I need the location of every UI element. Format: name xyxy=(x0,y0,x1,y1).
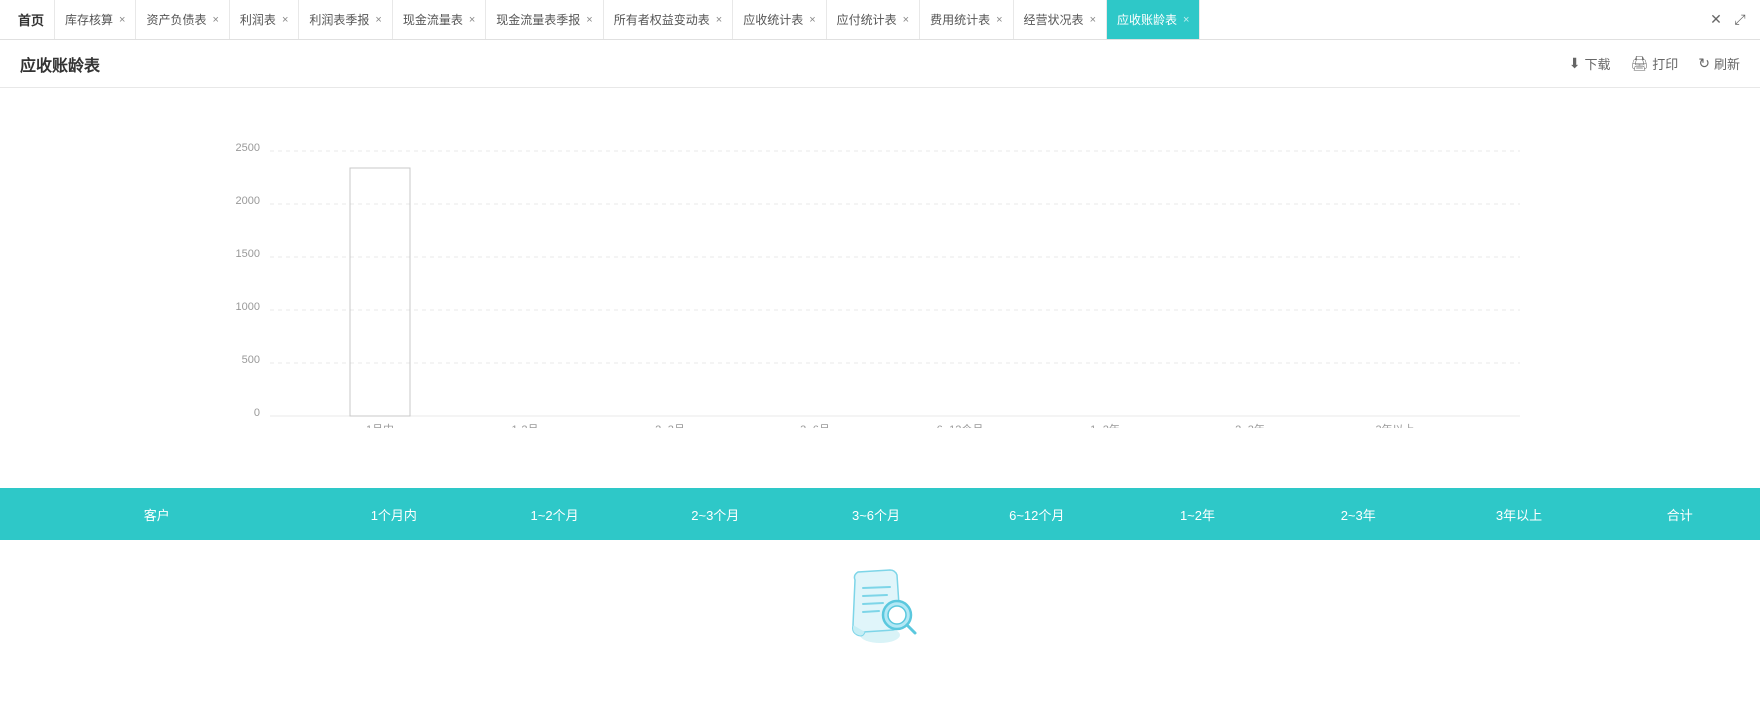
th-8: 3年以上 xyxy=(1439,505,1600,524)
th-7: 2~3年 xyxy=(1278,505,1439,524)
tab-close-icon[interactable]: × xyxy=(1090,14,1096,26)
tab-expense[interactable]: 费用统计表 × xyxy=(920,0,1013,40)
tab-label: 资产负债表 xyxy=(146,11,206,28)
svg-text:2~3月: 2~3月 xyxy=(655,424,685,428)
tab-ar-stat[interactable]: 应收统计表 × xyxy=(733,0,826,40)
tab-balance[interactable]: 资产负债表 × xyxy=(136,0,229,40)
tab-label: 库存核算 xyxy=(65,11,113,28)
svg-text:2~3年: 2~3年 xyxy=(1235,422,1265,428)
svg-text:1月内: 1月内 xyxy=(366,422,394,428)
page-title: 应收账龄表 xyxy=(20,52,100,76)
th-3: 2~3个月 xyxy=(635,505,796,524)
svg-text:0: 0 xyxy=(254,407,260,419)
tab-label: 利润表季报 xyxy=(309,11,369,28)
window-controls: ✕ ⤢ xyxy=(1708,12,1752,28)
svg-text:6~12个月: 6~12个月 xyxy=(937,423,984,428)
tab-close-icon[interactable]: × xyxy=(212,14,218,26)
svg-text:2500: 2500 xyxy=(236,142,260,154)
table-body xyxy=(0,540,1760,673)
tab-label: 利润表 xyxy=(240,11,276,28)
tab-ap-stat[interactable]: 应付统计表 × xyxy=(827,0,920,40)
svg-text:1500: 1500 xyxy=(236,248,260,260)
tab-close-icon[interactable]: × xyxy=(716,14,722,26)
tab-close-icon[interactable]: × xyxy=(375,14,381,26)
tab-profit-quarterly[interactable]: 利润表季报 × xyxy=(299,0,392,40)
header-actions: ⬇ 下载 🖨 打印 ↻ 刷新 xyxy=(1569,54,1740,73)
refresh-icon: ↻ xyxy=(1698,55,1710,72)
close-button[interactable]: ✕ xyxy=(1708,12,1724,28)
print-icon: 🖨 xyxy=(1630,55,1648,72)
tab-close-icon[interactable]: × xyxy=(809,14,815,26)
tab-inventory[interactable]: 库存核算 × xyxy=(55,0,136,40)
refresh-label: 刷新 xyxy=(1714,54,1740,73)
tab-ar-aging[interactable]: 应收账龄表 × xyxy=(1107,0,1200,40)
refresh-button[interactable]: ↻ 刷新 xyxy=(1698,54,1740,73)
th-2: 1~2个月 xyxy=(474,505,635,524)
svg-text:1000: 1000 xyxy=(236,301,260,313)
svg-text:2000: 2000 xyxy=(236,195,260,207)
tab-label: 费用统计表 xyxy=(930,11,990,28)
th-4: 3~6个月 xyxy=(796,505,957,524)
th-5: 6~12个月 xyxy=(956,505,1117,524)
maximize-button[interactable]: ⤢ xyxy=(1732,12,1748,28)
tab-cashflow-quarterly[interactable]: 现金流量表季报 × xyxy=(486,0,603,40)
download-label: 下载 xyxy=(1584,54,1610,73)
tab-label: 应付统计表 xyxy=(837,11,897,28)
svg-text:1-2月: 1-2月 xyxy=(512,424,539,428)
tab-close-icon[interactable]: × xyxy=(1183,14,1189,26)
tab-close-icon[interactable]: × xyxy=(903,14,909,26)
tab-label: 现金流量表 xyxy=(403,11,463,28)
tab-close-icon[interactable]: × xyxy=(586,14,592,26)
svg-text:500: 500 xyxy=(242,354,260,366)
tab-equity[interactable]: 所有者权益变动表 × xyxy=(604,0,733,40)
tab-label: 现金流量表季报 xyxy=(496,11,580,28)
th-0: 客户 xyxy=(0,505,313,524)
tab-home[interactable]: 首页 xyxy=(8,0,55,40)
empty-state-icon xyxy=(835,560,925,653)
tab-label: 经营状况表 xyxy=(1024,11,1084,28)
print-label: 打印 xyxy=(1652,54,1678,73)
empty-icon xyxy=(835,560,925,650)
chart-area: 0 500 1000 1500 2000 2500 xyxy=(0,88,1760,488)
tab-label: 应收统计表 xyxy=(743,11,803,28)
tab-bar: 首页 库存核算×资产负债表×利润表×利润表季报×现金流量表×现金流量表季报×所有… xyxy=(0,0,1760,40)
tab-operation[interactable]: 经营状况表 × xyxy=(1014,0,1107,40)
tab-close-icon[interactable]: × xyxy=(282,14,288,26)
download-icon: ⬇ xyxy=(1569,55,1581,72)
tab-home-label: 首页 xyxy=(18,10,44,29)
tab-label: 所有者权益变动表 xyxy=(614,11,710,28)
svg-text:3~6月: 3~6月 xyxy=(800,424,830,428)
main-content: 0 500 1000 1500 2000 2500 xyxy=(0,88,1760,720)
tab-profit[interactable]: 利润表 × xyxy=(230,0,299,40)
th-6: 1~2年 xyxy=(1117,505,1278,524)
print-button[interactable]: 🖨 打印 xyxy=(1630,54,1678,73)
table-header: 客户1个月内1~2个月2~3个月3~6个月6~12个月1~2年2~3年3年以上合… xyxy=(0,488,1760,540)
tab-label: 应收账龄表 xyxy=(1117,11,1177,28)
tab-close-icon[interactable]: × xyxy=(469,14,475,26)
th-9: 合计 xyxy=(1599,505,1760,524)
bar-chart: 0 500 1000 1500 2000 2500 xyxy=(40,108,1720,428)
tab-cashflow[interactable]: 现金流量表 × xyxy=(393,0,486,40)
tab-close-icon[interactable]: × xyxy=(996,14,1002,26)
svg-text:3年以上: 3年以上 xyxy=(1375,422,1414,428)
download-button[interactable]: ⬇ 下载 xyxy=(1569,54,1611,73)
th-1: 1个月内 xyxy=(313,505,474,524)
page-header: 应收账龄表 ⬇ 下载 🖨 打印 ↻ 刷新 xyxy=(0,40,1760,88)
tab-close-icon[interactable]: × xyxy=(119,14,125,26)
svg-text:1~2年: 1~2年 xyxy=(1090,422,1120,428)
